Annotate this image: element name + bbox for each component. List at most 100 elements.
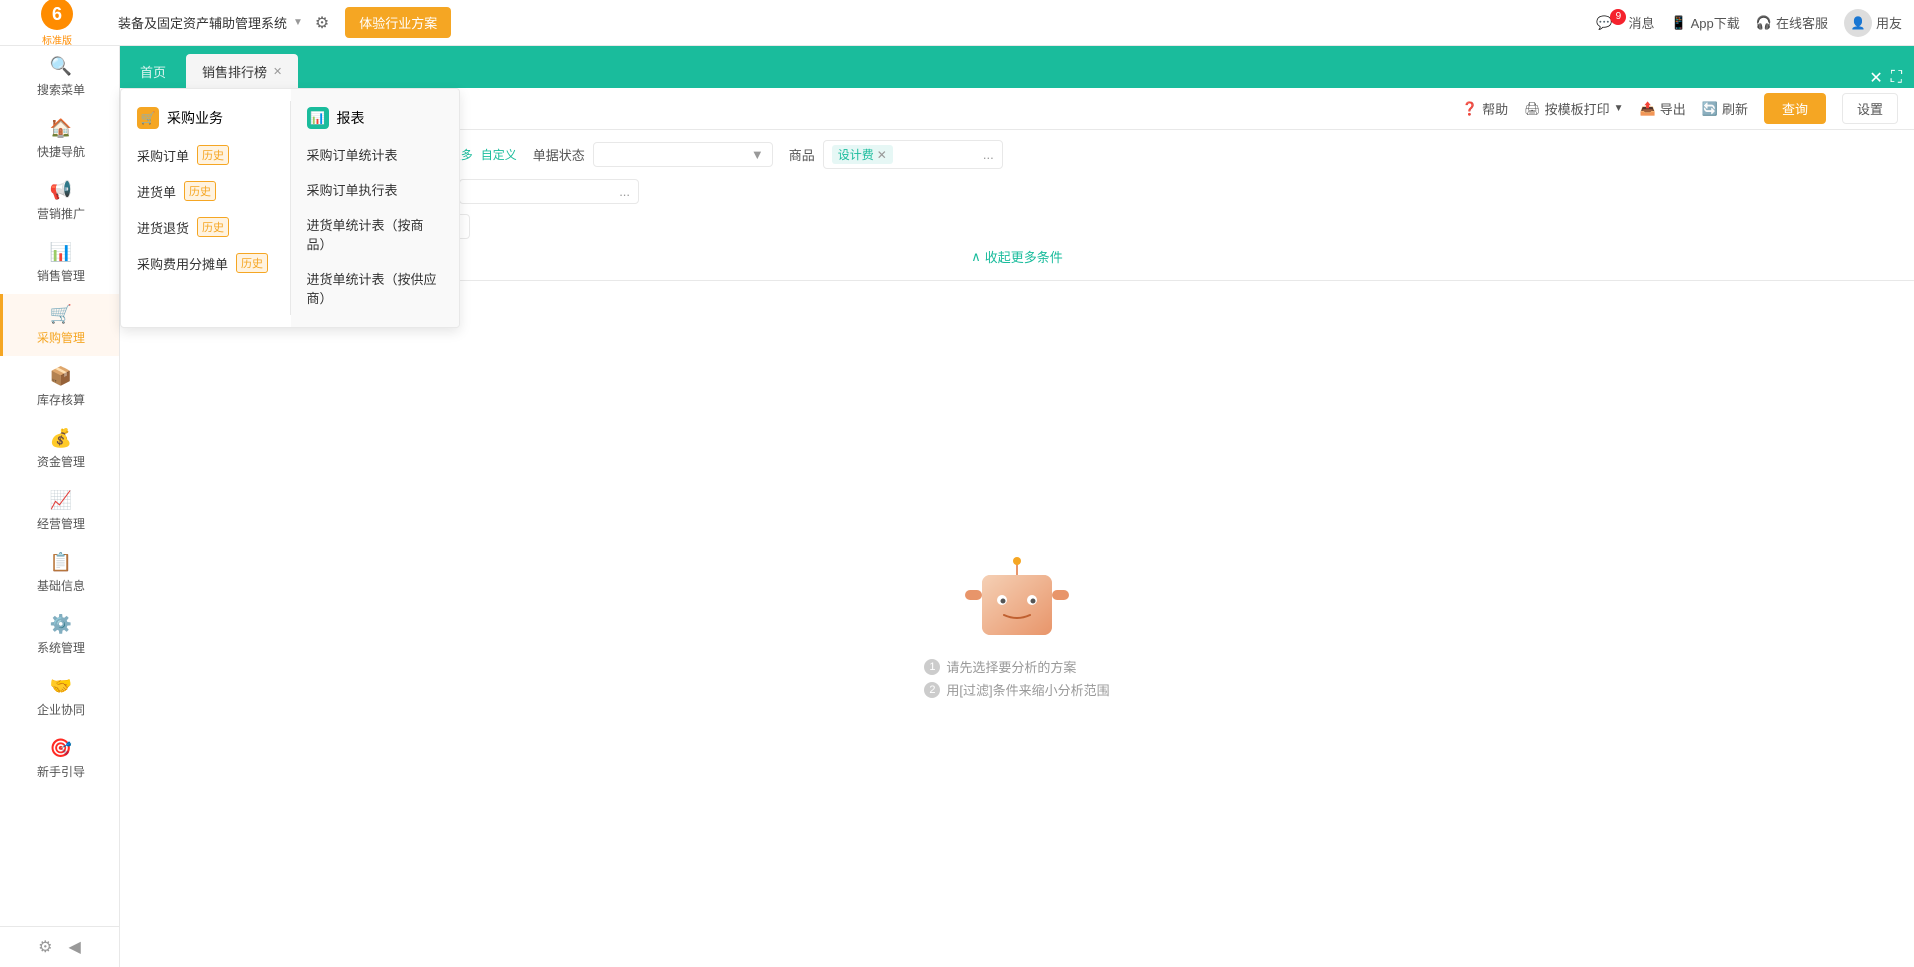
sidebar-item-newbie[interactable]: 🎯 新手引导 — [0, 728, 119, 790]
goods-label: 商品 — [789, 145, 815, 164]
sidebar-label-inventory: 库存核算 — [37, 391, 85, 408]
empty-text: 1 请先选择要分析的方案 2 用[过滤]条件来缩小分析范围 — [924, 657, 1109, 703]
sidebar-label-operations: 经营管理 — [37, 515, 85, 532]
online-service-label: 在线客服 — [1776, 13, 1828, 32]
collapse-arrow-icon: ∧ — [971, 249, 981, 265]
phone-icon: 📱 — [1670, 15, 1686, 31]
dropdown-item-purchase-expense[interactable]: 采购费用分摊单 历史 — [121, 245, 290, 281]
sidebar-item-search[interactable]: 🔍 搜索菜单 — [0, 46, 119, 108]
goods-dots[interactable]: ... — [983, 147, 994, 162]
tab-close-icon[interactable]: ✕ — [273, 65, 282, 78]
help-btn[interactable]: ❓ 帮助 — [1462, 99, 1508, 118]
dropdown-item-purchase-order[interactable]: 采购订单 历史 — [121, 137, 290, 173]
search-icon: 🔍 — [50, 56, 72, 77]
filter-bill-status: 单据状态 ▼ — [533, 142, 773, 167]
purchase-order-label: 采购订单 — [137, 146, 189, 165]
report-col-header: 📊 报表 — [291, 101, 460, 137]
sidebar-label-enterprise: 企业协同 — [37, 701, 85, 718]
query-button[interactable]: 查询 — [1764, 93, 1826, 124]
help-icon: ❓ — [1462, 101, 1478, 117]
industry-btn[interactable]: 体验行业方案 — [345, 7, 451, 38]
sidebar-item-sales[interactable]: 📊 销售管理 — [0, 232, 119, 294]
tabbar-close-icon[interactable]: ✕ — [1869, 68, 1882, 88]
refresh-btn[interactable]: 🔄 刷新 — [1702, 99, 1748, 118]
goods-input[interactable]: 设计费 ✕ ... — [823, 140, 1003, 169]
sidebar-collapse-icon[interactable]: ◀ — [69, 937, 81, 957]
tab-sales-ranking[interactable]: 销售排行榜 ✕ — [186, 54, 298, 88]
app-download-item[interactable]: 📱 App下载 — [1670, 13, 1739, 32]
collapse-btn[interactable]: ∧ 收起更多条件 — [971, 247, 1063, 266]
inventory-icon: 📦 — [50, 366, 72, 387]
sidebar-label-newbie: 新手引导 — [37, 763, 85, 780]
sidebar-item-quicknav[interactable]: 🏠 快捷导航 — [0, 108, 119, 170]
settings-button[interactable]: 设置 — [1842, 93, 1898, 124]
online-service-item[interactable]: 🎧 在线客服 — [1756, 13, 1828, 32]
empty-state: 1 请先选择要分析的方案 2 用[过滤]条件来缩小分析范围 — [120, 281, 1914, 967]
purchase-return-label: 进货退货 — [137, 218, 189, 237]
dropdown-item-receipt-stats-supplier[interactable]: 进货单统计表（按供应商） — [291, 261, 460, 315]
tabbar-maximize-icon[interactable]: ⛶ — [1891, 69, 1902, 87]
purchase-order-history: 历史 — [197, 145, 229, 165]
dropdown-item-purchase-order-exec[interactable]: 采购订单执行表 — [291, 172, 460, 207]
sidebar-item-enterprise[interactable]: 🤝 企业协同 — [0, 666, 119, 728]
print-template-btn[interactable]: 🖨 按模板打印 ▼ — [1524, 99, 1623, 118]
message-item[interactable]: 💬 9 消息 — [1596, 13, 1654, 32]
dropdown-item-purchase-receipt[interactable]: 进货单 历史 — [121, 173, 290, 209]
sidebar-item-inventory[interactable]: 📦 库存核算 — [0, 356, 119, 418]
app-download-label: App下载 — [1691, 13, 1740, 32]
sidebar-item-system[interactable]: ⚙️ 系统管理 — [0, 604, 119, 666]
system-icon: ⚙️ — [50, 614, 72, 635]
basics-icon: 📋 — [50, 552, 72, 573]
tab-sales-ranking-label: 销售排行榜 — [202, 62, 267, 81]
sidebar-label-quicknav: 快捷导航 — [37, 143, 85, 160]
hint-num-2: 2 — [924, 682, 940, 698]
purchase-header-icon: 🛒 — [137, 107, 159, 129]
receipt-stats-supplier-label: 进货单统计表（按供应商） — [307, 269, 444, 307]
tab-home[interactable]: 首页 — [124, 54, 182, 88]
home-icon: 🏠 — [50, 118, 72, 139]
hint-text-2: 用[过滤]条件来缩小分析范围 — [946, 680, 1109, 699]
sidebar-label-capital: 资金管理 — [37, 453, 85, 470]
purchase-order-stats-label: 采购订单统计表 — [307, 145, 398, 164]
report-header-label: 报表 — [337, 108, 365, 128]
report-icon: 📊 — [310, 111, 325, 125]
bill-status-input[interactable]: ▼ — [593, 142, 773, 167]
refresh-icon: 🔄 — [1702, 101, 1718, 117]
enterprise-icon: 🤝 — [50, 676, 72, 697]
bill-status-dots[interactable]: ▼ — [751, 147, 764, 162]
sidebar-item-purchase[interactable]: 🛒 采购管理 — [0, 294, 119, 356]
export-btn[interactable]: 📤 导出 — [1640, 99, 1686, 118]
settings-icon[interactable]: ⚙ — [315, 13, 329, 33]
hint-text-1: 请先选择要分析的方案 — [946, 657, 1076, 676]
sales-icon: 📊 — [50, 242, 72, 263]
refresh-label: 刷新 — [1722, 99, 1748, 118]
purchase-receipt-label: 进货单 — [137, 182, 176, 201]
sidebar-item-operations[interactable]: 📈 经营管理 — [0, 480, 119, 542]
dropdown-purchase-col: 🛒 采购业务 采购订单 历史 进货单 历史 进货退货 历史 采购费用分摊单 历史 — [121, 89, 290, 327]
date-custom[interactable]: 自定义 — [481, 146, 517, 163]
print-icon: 🖨 — [1524, 101, 1541, 117]
headset-icon: 🎧 — [1756, 15, 1772, 31]
salesperson-dots[interactable]: ... — [619, 184, 630, 199]
sidebar-item-basics[interactable]: 📋 基础信息 — [0, 542, 119, 604]
dropdown-item-purchase-return[interactable]: 进货退货 历史 — [121, 209, 290, 245]
bill-status-label: 单据状态 — [533, 145, 585, 164]
dropdown-item-receipt-stats-goods[interactable]: 进货单统计表（按商品） — [291, 207, 460, 261]
sidebar: 🔍 搜索菜单 🏠 快捷导航 📢 营销推广 📊 销售管理 🛒 采购管理 📦 库存核… — [0, 46, 120, 967]
sidebar-item-marketing[interactable]: 📢 营销推广 — [0, 170, 119, 232]
operations-icon: 📈 — [50, 490, 72, 511]
dropdown-item-purchase-order-stats[interactable]: 采购订单统计表 — [291, 137, 460, 172]
sidebar-settings-icon[interactable]: ⚙ — [38, 937, 52, 957]
user-item[interactable]: 👤 用友 — [1844, 9, 1902, 37]
export-label: 导出 — [1660, 99, 1686, 118]
export-icon: 📤 — [1640, 101, 1656, 117]
help-label: 帮助 — [1482, 99, 1508, 118]
purchase-receipt-history: 历史 — [184, 181, 216, 201]
goods-tag-remove[interactable]: ✕ — [877, 148, 887, 162]
system-arrow-icon[interactable]: ▼ — [293, 17, 303, 28]
salesperson-input[interactable]: ... — [459, 179, 639, 204]
sidebar-label-system: 系统管理 — [37, 639, 85, 656]
sidebar-item-capital[interactable]: 💰 资金管理 — [0, 418, 119, 480]
purchase-icon: 🛒 — [50, 304, 72, 325]
system-name-area[interactable]: 装备及固定资产辅助管理系统 ▼ — [118, 13, 303, 32]
